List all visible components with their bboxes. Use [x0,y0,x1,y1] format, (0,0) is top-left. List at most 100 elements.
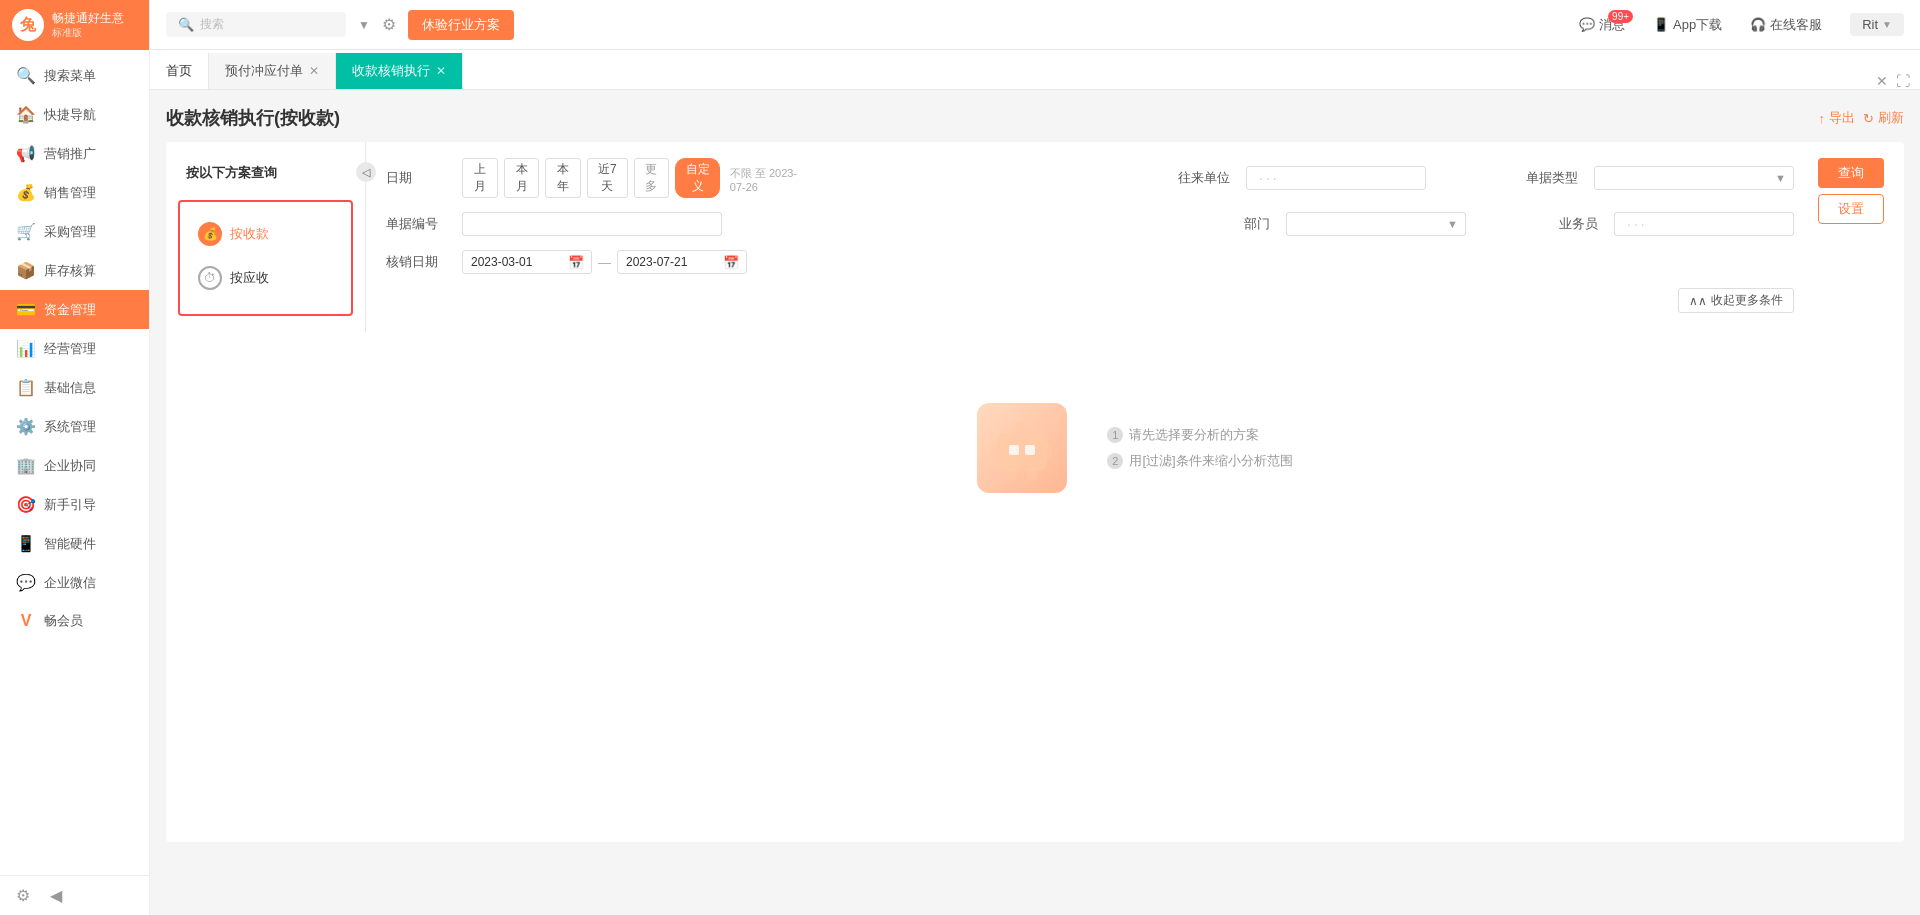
sidebar-item-capital[interactable]: 💳 资金管理 [0,290,149,329]
left-panel-title: 按以下方案查询 [178,158,353,188]
export-label: 导出 [1829,109,1855,127]
message-icon: 💬 [1579,17,1595,32]
settings-footer-icon[interactable]: ⚙ [16,886,30,905]
title-actions: ↑ 导出 ↻ 刷新 [1819,109,1905,127]
sidebar-item-purchase[interactable]: 🛒 采购管理 [0,212,149,251]
svg-rect-1 [1009,445,1019,455]
app-download-label: App下载 [1673,16,1722,34]
refresh-icon: ↻ [1863,111,1874,126]
calendar-start-icon: 📅 [568,255,584,270]
dropdown-chevron-icon[interactable]: ▼ [358,18,370,32]
wechat-icon: 💬 [16,573,36,592]
tab-prepay[interactable]: 预付冲应付单 ✕ [209,53,336,89]
collapse-sidebar-icon[interactable]: ◀ [50,886,62,905]
empty-hints: 1 请先选择要分析的方案 2 用[过滤]条件来缩小分析范围 [1107,422,1292,474]
system-icon: ⚙️ [16,417,36,436]
svg-point-7 [1016,421,1028,433]
user-name: Rit [1862,17,1878,32]
custom-date-btn[interactable]: 自定义 [675,158,720,198]
home-icon: 🏠 [16,105,36,124]
query-options-box: 💰 按收款 ⏱ 按应收 [178,200,353,316]
sidebar-item-label: 销售管理 [44,184,96,202]
query-button[interactable]: 查询 [1818,158,1884,188]
tab-collection[interactable]: 收款核销执行 ✕ [336,53,463,89]
by-receivable-icon: ⏱ [198,266,222,290]
header-message[interactable]: 💬 消息 99+ [1579,16,1625,34]
hint-num-1: 1 [1107,427,1123,443]
hint-text-1: 请先选择要分析的方案 [1129,422,1259,448]
service-icon: 🎧 [1750,17,1766,32]
purchase-icon: 🛒 [16,222,36,241]
prev-month-btn[interactable]: 上月 [462,158,498,198]
empty-state-content: 1 请先选择要分析的方案 2 用[过滤]条件来缩小分析范围 [977,403,1292,493]
query-option-by-collection[interactable]: 💰 按收款 [188,214,343,254]
header-gear-icon[interactable]: ⚙ [382,15,396,34]
sidebar-item-operations[interactable]: 📊 经营管理 [0,329,149,368]
voucher-type-select[interactable] [1594,166,1794,190]
filter-actions: 查询 设置 [1806,158,1884,323]
svg-rect-2 [1025,445,1035,455]
voucher-no-input[interactable] [462,212,722,236]
refresh-button[interactable]: ↻ 刷新 [1863,109,1904,127]
header-online-service[interactable]: 🎧 在线客服 [1750,16,1822,34]
verify-date-start-wrap: 📅 [462,250,592,274]
more-date-btn[interactable]: 更多 [634,158,670,198]
settings-button[interactable]: 设置 [1818,194,1884,224]
header-app-download[interactable]: 📱 App下载 [1653,16,1722,34]
query-option-by-receivable[interactable]: ⏱ 按应收 [188,258,343,298]
empty-hint-1: 1 请先选择要分析的方案 [1107,422,1292,448]
dept-select[interactable] [1286,212,1466,236]
counterpart-ellipsis-btn[interactable]: ··· [1246,166,1426,190]
sidebar-item-label: 资金管理 [44,301,96,319]
sidebar-item-member[interactable]: V 畅会员 [0,602,149,640]
this-month-btn[interactable]: 本月 [504,158,540,198]
sidebar-item-hardware[interactable]: 📱 智能硬件 [0,524,149,563]
filter-row-3: 核销日期 📅 — 📅 [386,250,1794,274]
sidebar-item-wechat[interactable]: 💬 企业微信 [0,563,149,602]
app-name: 畅捷通好生意 [52,11,124,27]
collapse-chevron-icon: ∧∧ [1689,294,1707,308]
this-year-btn[interactable]: 本年 [545,158,581,198]
sidebar-item-guide[interactable]: 🎯 新手引导 [0,485,149,524]
export-button[interactable]: ↑ 导出 [1819,109,1856,127]
sidebar-item-quick-nav[interactable]: 🏠 快捷导航 [0,95,149,134]
verify-date-end-wrap: 📅 [617,250,747,274]
tab-close-action-icon[interactable]: ✕ [1876,73,1888,89]
sidebar-item-enterprise[interactable]: 🏢 企业协同 [0,446,149,485]
header-search-box[interactable]: 🔍 搜索 [166,12,346,37]
sidebar-item-inventory[interactable]: 📦 库存核算 [0,251,149,290]
sidebar-item-basic-info[interactable]: 📋 基础信息 [0,368,149,407]
tab-prepay-close-icon[interactable]: ✕ [309,64,319,78]
sidebar-item-system[interactable]: ⚙️ 系统管理 [0,407,149,446]
tab-actions: ✕ ⛶ [1858,73,1920,89]
search-placeholder-text: 搜索 [200,16,224,33]
industry-solution-button[interactable]: 休验行业方案 [408,10,514,40]
sidebar-item-label: 企业协同 [44,457,96,475]
sidebar-item-label: 搜索菜单 [44,67,96,85]
left-panel-collapse-button[interactable]: ◁ [356,162,376,182]
date-separator: — [598,255,611,270]
hint-text-2: 用[过滤]条件来缩小分析范围 [1129,448,1292,474]
collapse-more-label: 收起更多条件 [1711,292,1783,309]
member-icon: V [16,612,36,630]
tab-collection-close-icon[interactable]: ✕ [436,64,446,78]
date-sub-text: 不限 至 2023-07-26 [730,166,800,193]
staff-label: 业务员 [1558,215,1598,233]
staff-ellipsis-btn[interactable]: ··· [1614,212,1794,236]
last-7-days-btn[interactable]: 近7天 [587,158,628,198]
sidebar-item-label: 经营管理 [44,340,96,358]
sidebar-item-search[interactable]: 🔍 搜索菜单 [0,56,149,95]
page-title: 收款核销执行(按收款) [166,106,340,130]
enterprise-icon: 🏢 [16,456,36,475]
tab-home[interactable]: 首页 [150,53,209,89]
marketing-icon: 📢 [16,144,36,163]
header-user[interactable]: Rit ▼ [1850,13,1904,36]
date-options-group: 上月 本月 本年 近7天 更多 自定义 不限 至 2023-07-26 [462,158,800,198]
collapse-more-button[interactable]: ∧∧ 收起更多条件 [1678,288,1794,313]
sidebar-item-marketing[interactable]: 📢 营销推广 [0,134,149,173]
sidebar-item-label: 采购管理 [44,223,96,241]
page-content: 收款核销执行(按收款) ↑ 导出 ↻ 刷新 按以下方案查询 [150,90,1920,915]
sidebar-item-sales[interactable]: 💰 销售管理 [0,173,149,212]
counterpart-label: 往来单位 [1170,169,1230,187]
tab-fullscreen-icon[interactable]: ⛶ [1896,73,1910,89]
